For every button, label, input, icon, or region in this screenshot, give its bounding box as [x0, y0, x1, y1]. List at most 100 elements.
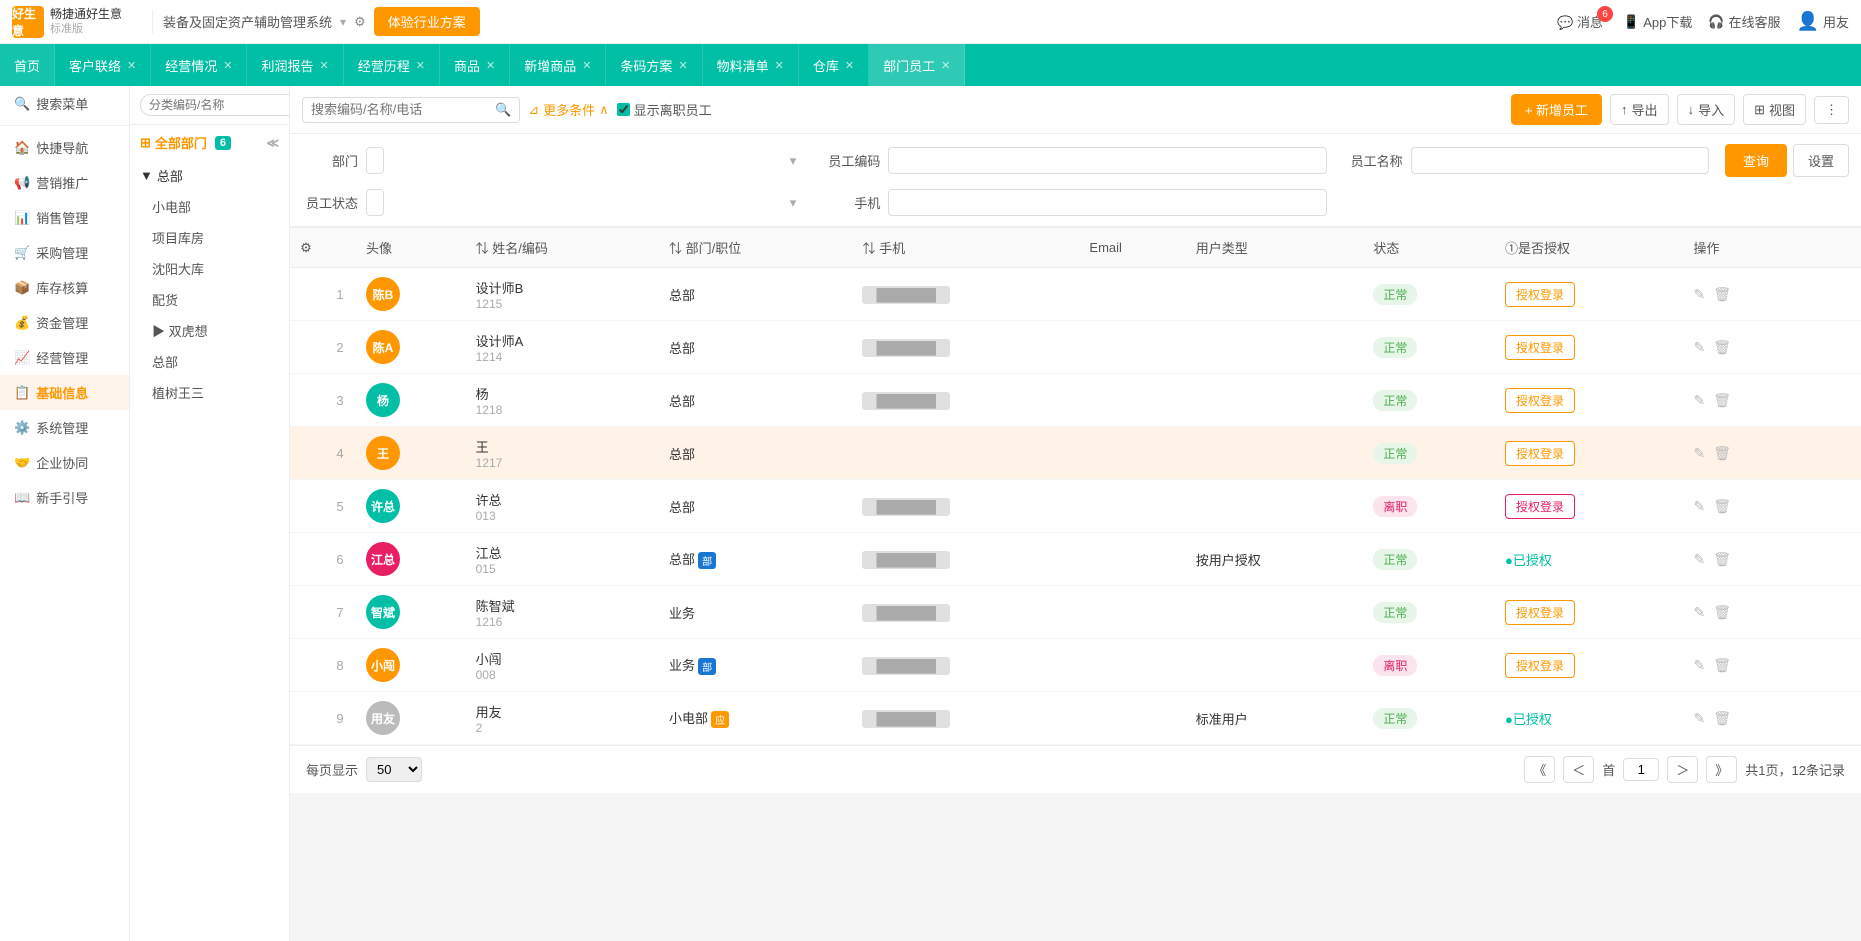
- dept-item-general[interactable]: ▼ 总部: [130, 160, 289, 191]
- row-auth[interactable]: 授权登录: [1497, 321, 1686, 374]
- delete-icon[interactable]: 🗑: [1713, 445, 1731, 462]
- sidebar-item-marketing[interactable]: 📢 营销推广: [0, 165, 129, 200]
- sidebar-item-purchase[interactable]: 🛒 采购管理: [0, 235, 129, 270]
- delete-icon[interactable]: 🗑: [1713, 657, 1731, 674]
- dept-item-shuanghu[interactable]: ▶ 双虎想: [130, 315, 289, 346]
- dept-item-distribution[interactable]: 配货: [130, 284, 289, 315]
- more-filter-btn[interactable]: ⊿ 更多条件 ∧: [528, 100, 608, 119]
- delete-icon[interactable]: 🗑: [1713, 286, 1731, 303]
- nav-item-barcode[interactable]: 条码方案 ✕: [606, 44, 702, 86]
- delete-icon[interactable]: 🗑: [1713, 498, 1731, 515]
- edit-icon[interactable]: ✎: [1694, 339, 1706, 356]
- auth-btn[interactable]: 授权登录: [1505, 441, 1575, 466]
- row-auth[interactable]: 授权登录: [1497, 586, 1686, 639]
- delete-icon[interactable]: 🗑: [1713, 604, 1731, 621]
- dept-item-project[interactable]: 项目库房: [130, 222, 289, 253]
- next-page-btn[interactable]: ＞: [1667, 756, 1698, 783]
- edit-icon[interactable]: ✎: [1694, 657, 1706, 674]
- page-number-input[interactable]: [1623, 758, 1659, 781]
- sidebar-item-search[interactable]: 🔍 搜索菜单: [0, 86, 129, 121]
- nav-item-operation[interactable]: 经营情况 ✕: [151, 44, 247, 86]
- nav-item-bom[interactable]: 物料清单 ✕: [703, 44, 799, 86]
- row-auth[interactable]: 授权登录: [1497, 427, 1686, 480]
- user-avatar[interactable]: 👤 用友: [1797, 11, 1849, 32]
- dept-item-plant[interactable]: 植树王三: [130, 377, 289, 408]
- delete-icon[interactable]: 🗑: [1713, 551, 1731, 568]
- row-auth[interactable]: 授权登录: [1497, 374, 1686, 427]
- nav-item-home[interactable]: 首页: [0, 44, 55, 86]
- dept-search-input[interactable]: [140, 94, 290, 116]
- auth-btn[interactable]: 授权登录: [1505, 282, 1575, 307]
- auth-btn[interactable]: 授权登录: [1505, 388, 1575, 413]
- sidebar-item-system[interactable]: ⚙️ 系统管理: [0, 410, 129, 445]
- dept-item-hq[interactable]: 总部: [130, 346, 289, 377]
- experience-btn[interactable]: 体验行业方案: [374, 7, 480, 36]
- query-btn[interactable]: 查询: [1725, 144, 1787, 177]
- first-page-btn[interactable]: 《: [1524, 756, 1555, 783]
- nav-item-goods[interactable]: 商品 ✕: [440, 44, 510, 86]
- edit-icon[interactable]: ✎: [1694, 445, 1706, 462]
- filter-settings-btn[interactable]: 设置: [1793, 144, 1849, 177]
- filter-dept-select[interactable]: [366, 147, 384, 174]
- row-dept: 总部部: [661, 533, 854, 586]
- col-dept[interactable]: ⇅ 部门/职位: [661, 228, 854, 268]
- sidebar-item-home[interactable]: 🏠 快捷导航: [0, 130, 129, 165]
- filter-emp-name-input[interactable]: [1411, 147, 1709, 174]
- edit-icon[interactable]: ✎: [1694, 604, 1706, 621]
- search-input[interactable]: [311, 102, 491, 117]
- delete-icon[interactable]: 🗑: [1713, 710, 1731, 727]
- sidebar-item-inventory[interactable]: 📦 库存核算: [0, 270, 129, 305]
- nav-item-history[interactable]: 经营历程 ✕: [344, 44, 440, 86]
- prev-page-btn[interactable]: ＜: [1563, 756, 1594, 783]
- col-phone[interactable]: ⇅ 手机: [854, 228, 1081, 268]
- auth-btn[interactable]: 授权登录: [1505, 335, 1575, 360]
- nav-item-warehouse[interactable]: 仓库 ✕: [799, 44, 869, 86]
- auth-btn[interactable]: 授权登录: [1505, 494, 1575, 519]
- auth-btn[interactable]: 授权登录: [1505, 653, 1575, 678]
- col-settings[interactable]: ⚙: [290, 228, 322, 268]
- add-employee-btn[interactable]: + 新增员工: [1511, 94, 1602, 125]
- message-btn[interactable]: 💬 消息 6: [1553, 12, 1607, 31]
- show-resigned-checkbox[interactable]: 显示离职员工: [617, 100, 712, 119]
- row-auth[interactable]: 授权登录: [1497, 639, 1686, 692]
- import-btn[interactable]: ↓ 导入: [1677, 94, 1736, 125]
- gear-icon[interactable]: ⚙: [354, 14, 366, 30]
- view-btn[interactable]: ⊞ 视图: [1743, 94, 1806, 125]
- filter-status-select[interactable]: [366, 189, 384, 216]
- nav-item-new-goods[interactable]: 新增商品 ✕: [510, 44, 606, 86]
- search-icon[interactable]: 🔍: [495, 102, 511, 118]
- row-auth[interactable]: 授权登录: [1497, 480, 1686, 533]
- dept-item-shenyang[interactable]: 沈阳大库: [130, 253, 289, 284]
- dept-item-small-elec[interactable]: 小电部: [130, 191, 289, 222]
- more-btn[interactable]: ⋮: [1814, 96, 1849, 124]
- edit-icon[interactable]: ✎: [1694, 392, 1706, 409]
- sidebar-item-finance[interactable]: 💰 资金管理: [0, 305, 129, 340]
- nav-item-dept-staff[interactable]: 部门员工 ✕: [869, 44, 965, 86]
- dept-all-btn[interactable]: ⊞ 全部部门 6 ≪: [130, 125, 289, 160]
- delete-icon[interactable]: 🗑: [1713, 392, 1731, 409]
- nav-item-profit[interactable]: 利润报告 ✕: [247, 44, 343, 86]
- edit-icon[interactable]: ✎: [1694, 498, 1706, 515]
- nav-item-customer[interactable]: 客户联络 ✕: [55, 44, 151, 86]
- filter-phone-input[interactable]: [888, 189, 1326, 216]
- row-auth[interactable]: ●已授权: [1497, 692, 1686, 745]
- sidebar-item-sales[interactable]: 📊 销售管理: [0, 200, 129, 235]
- col-name[interactable]: ⇅ 姓名/编码: [468, 228, 661, 268]
- sidebar-item-basic[interactable]: 📋 基础信息: [0, 375, 129, 410]
- last-page-btn[interactable]: 》: [1706, 756, 1737, 783]
- page-size-select[interactable]: 50 100: [366, 757, 422, 782]
- sidebar-item-guide[interactable]: 📖 新手引导: [0, 480, 129, 515]
- filter-emp-code-input[interactable]: [888, 147, 1326, 174]
- sidebar-item-collab[interactable]: 🤝 企业协同: [0, 445, 129, 480]
- edit-icon[interactable]: ✎: [1694, 710, 1706, 727]
- sidebar-item-mgmt[interactable]: 📈 经营管理: [0, 340, 129, 375]
- online-service-btn[interactable]: 🎧 在线客服: [1708, 12, 1780, 31]
- row-auth[interactable]: 授权登录: [1497, 268, 1686, 321]
- auth-btn[interactable]: 授权登录: [1505, 600, 1575, 625]
- edit-icon[interactable]: ✎: [1694, 551, 1706, 568]
- export-btn[interactable]: ↑ 导出: [1610, 94, 1669, 125]
- app-download-btn[interactable]: 📱 App下载: [1623, 12, 1692, 31]
- row-auth[interactable]: ●已授权: [1497, 533, 1686, 586]
- edit-icon[interactable]: ✎: [1694, 286, 1706, 303]
- delete-icon[interactable]: 🗑: [1713, 339, 1731, 356]
